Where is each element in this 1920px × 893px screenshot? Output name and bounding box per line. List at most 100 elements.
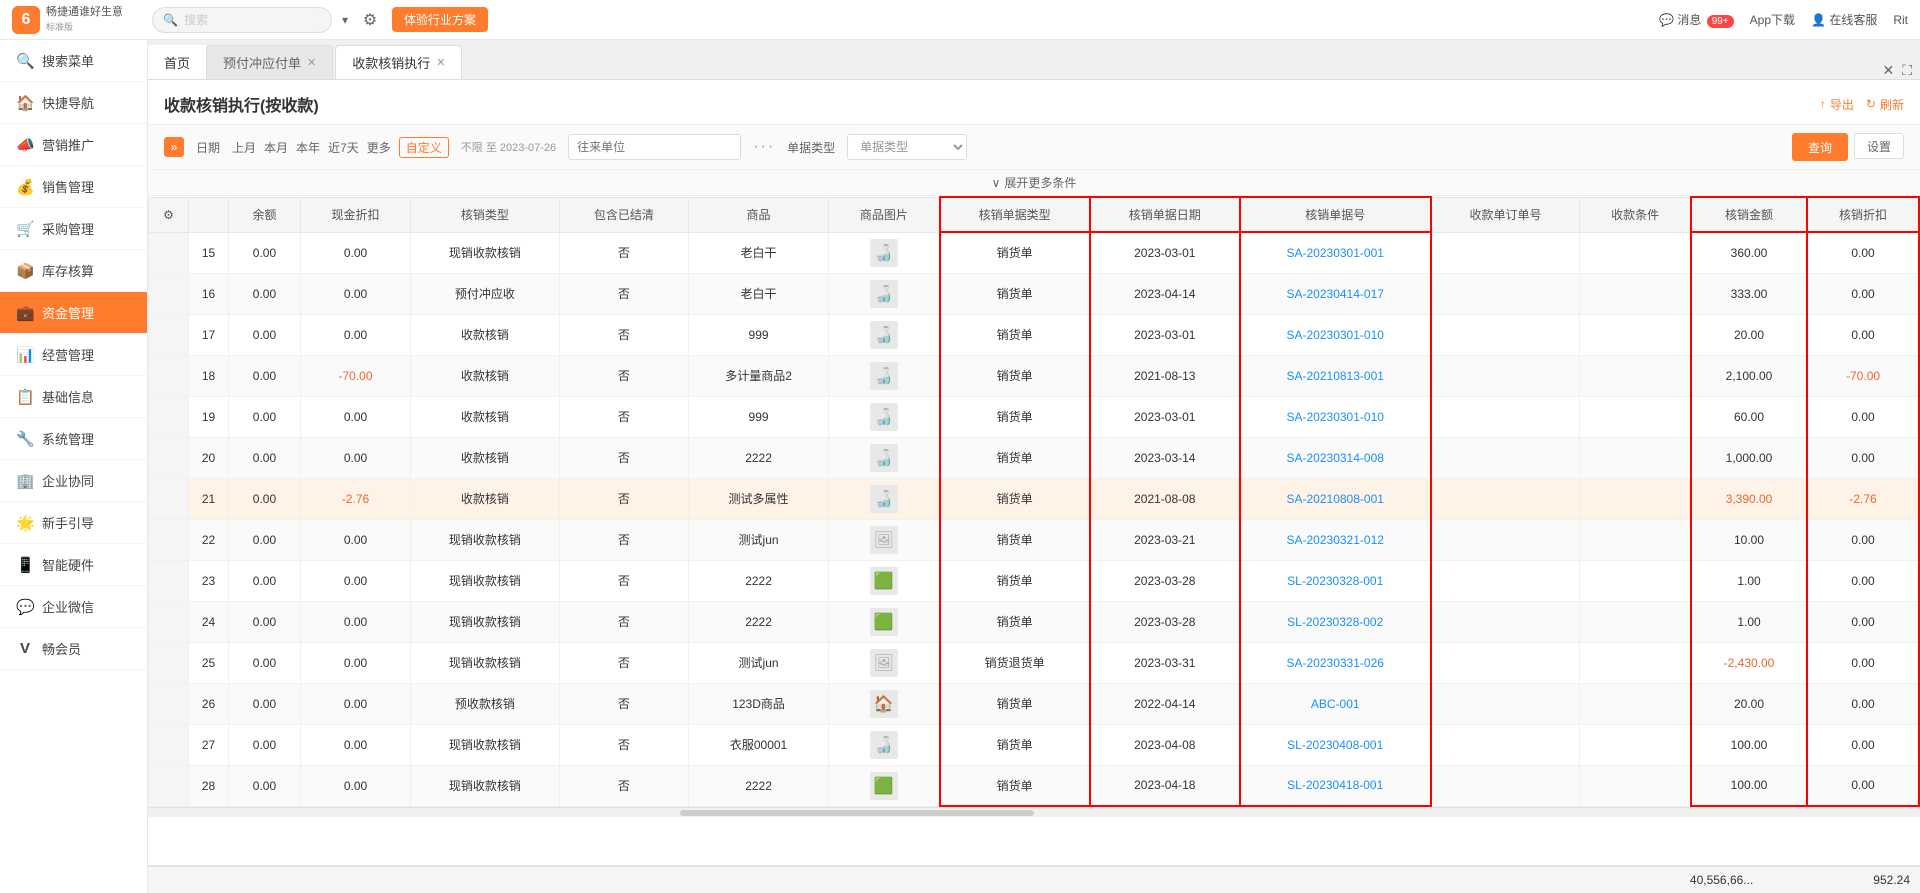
sidebar-item-smarthw[interactable]: 📱 智能硬件 [0, 544, 147, 586]
col-bill-no-cell[interactable]: SL-20230408-001 [1240, 724, 1431, 765]
sidebar-item-purchase[interactable]: 🛒 采购管理 [0, 208, 147, 250]
filter-actions: 查询 设置 [1792, 133, 1904, 161]
col-bill-date-cell: 2023-03-14 [1090, 437, 1240, 478]
export-btn[interactable]: ↑ 导出 [1820, 96, 1854, 113]
col-bill-no-cell[interactable]: SA-20210808-001 [1240, 478, 1431, 519]
sidebar-item-quicknav[interactable]: 🏠 快捷导航 [0, 82, 147, 124]
horizontal-scrollbar[interactable] [148, 807, 1920, 817]
col-goods-img-cell: 🍶 [829, 396, 940, 437]
col-seq-cell: 21 [189, 478, 229, 519]
from-unit-input[interactable] [568, 134, 741, 160]
tab-writeoff-close[interactable]: ✕ [436, 56, 445, 69]
col-writeoff-discount-cell: 0.00 [1807, 437, 1919, 478]
sidebar-item-wechat[interactable]: 💬 企业微信 [0, 586, 147, 628]
refresh-btn[interactable]: ↻ 刷新 [1866, 96, 1904, 113]
operation-icon: 📊 [16, 346, 34, 364]
sidebar-item-label: 智能硬件 [42, 555, 94, 574]
date-link-7days[interactable]: 近7天 [328, 139, 359, 156]
col-cash-discount-cell: 0.00 [300, 437, 410, 478]
col-bill-no-cell[interactable]: ABC-001 [1240, 683, 1431, 724]
scrollbar-thumb[interactable] [680, 810, 1034, 816]
sidebar-item-system[interactable]: 🔧 系统管理 [0, 418, 147, 460]
sidebar-item-finance[interactable]: 💼 资金管理 [0, 292, 147, 334]
col-writeoff-discount-cell: -70.00 [1807, 355, 1919, 396]
col-goods-img-cell: 🖼 [829, 642, 940, 683]
col-writeoff-type-cell: 现销收款核销 [411, 232, 560, 273]
col-included-settled-cell: 否 [559, 560, 688, 601]
col-bill-no-cell[interactable]: SL-20230328-002 [1240, 601, 1431, 642]
col-balance: 余额 [229, 197, 301, 232]
sidebar-item-operation[interactable]: 📊 经营管理 [0, 334, 147, 376]
top-bar: 6 畅捷通谁好生意 标准版 🔍 搜索 ▾ ⚙ 体验行业方案 💬 消息 99+ A… [0, 0, 1920, 40]
col-bill-no-cell[interactable]: SA-20230414-017 [1240, 273, 1431, 314]
col-seq-cell: 22 [189, 519, 229, 560]
tab-prepay-close[interactable]: ✕ [307, 56, 316, 69]
tab-prepay[interactable]: 预付冲应付单 ✕ [206, 45, 333, 79]
setting-btn[interactable]: 设置 [1854, 133, 1904, 159]
date-link-more[interactable]: 更多 [367, 139, 391, 156]
col-bill-type-cell: 销货单 [940, 232, 1090, 273]
sidebar-item-sales[interactable]: 💰 销售管理 [0, 166, 147, 208]
sidebar-item-search[interactable]: 🔍 搜索菜单 [0, 40, 147, 82]
col-bill-no-cell[interactable]: SA-20230321-012 [1240, 519, 1431, 560]
col-writeoff-amount-cell: 3,390.00 [1691, 478, 1807, 519]
tab-home[interactable]: 首页 [148, 45, 206, 79]
goods-thumbnail: 🍶 [870, 485, 898, 513]
tab-close-all-btn[interactable]: ✕ [1882, 62, 1894, 79]
query-btn[interactable]: 查询 [1792, 133, 1848, 161]
top-bar-right: 💬 消息 99+ App下载 👤 在线客服 Rit [1659, 11, 1908, 28]
col-receipt-condition-cell [1580, 355, 1691, 396]
col-goods-cell: 测试jun [689, 519, 829, 560]
date-link-lastmonth[interactable]: 上月 [232, 139, 256, 156]
receipt-type-select[interactable]: 单据类型 [847, 134, 967, 160]
filter-expand-btn[interactable]: » [164, 137, 184, 157]
message-btn[interactable]: 💬 消息 99+ [1659, 11, 1734, 28]
date-custom-btn[interactable]: 自定义 [399, 137, 449, 158]
col-bill-no-cell[interactable]: SA-20230314-008 [1240, 437, 1431, 478]
col-writeoff-discount-cell: 0.00 [1807, 560, 1919, 601]
col-writeoff-discount-cell: 0.00 [1807, 765, 1919, 806]
sidebar-item-enterprise[interactable]: 🏢 企业协同 [0, 460, 147, 502]
col-cash-discount-cell: 0.00 [300, 273, 410, 314]
sidebar-item-inventory[interactable]: 📦 库存核算 [0, 250, 147, 292]
sidebar-item-basicinfo[interactable]: 📋 基础信息 [0, 376, 147, 418]
table-container[interactable]: ⚙ 余额 现金折扣 核销类型 包含已结清 商品 商品图片 核销单据类型 核销单据… [148, 196, 1920, 865]
col-gear[interactable]: ⚙ [149, 197, 189, 232]
col-gear-cell [149, 355, 189, 396]
date-link-thisyear[interactable]: 本年 [296, 139, 320, 156]
col-bill-date-cell: 2023-03-21 [1090, 519, 1240, 560]
col-bill-no-cell[interactable]: SA-20230301-001 [1240, 232, 1431, 273]
col-bill-type-cell: 销货退货单 [940, 642, 1090, 683]
col-bill-no-cell[interactable]: SA-20230331-026 [1240, 642, 1431, 683]
col-bill-no-cell[interactable]: SA-20210813-001 [1240, 355, 1431, 396]
sidebar-item-marketing[interactable]: 📣 营销推广 [0, 124, 147, 166]
col-goods-cell: 测试jun [689, 642, 829, 683]
goods-thumbnail: 🍶 [870, 362, 898, 390]
col-writeoff-amount-cell: 1.00 [1691, 601, 1807, 642]
home-icon: 🏠 [16, 94, 34, 112]
search-box[interactable]: 🔍 搜索 [152, 7, 332, 33]
gear-btn[interactable]: ⚙ [358, 8, 382, 32]
col-writeoff-discount-cell: 0.00 [1807, 396, 1919, 437]
sidebar-item-guide[interactable]: 🌟 新手引导 [0, 502, 147, 544]
app-download-btn[interactable]: App下载 [1750, 11, 1795, 28]
col-included-settled-cell: 否 [559, 314, 688, 355]
sidebar-item-member[interactable]: V 畅会员 [0, 628, 147, 670]
tab-expand-btn[interactable]: ⛶ [1902, 62, 1912, 79]
date-link-thismonth[interactable]: 本月 [264, 139, 288, 156]
data-table: ⚙ 余额 现金折扣 核销类型 包含已结清 商品 商品图片 核销单据类型 核销单据… [148, 196, 1920, 807]
tab-writeoff[interactable]: 收款核销执行 ✕ [335, 45, 462, 79]
col-balance-cell: 0.00 [229, 355, 301, 396]
dropdown-btn[interactable]: ▾ [342, 13, 348, 27]
online-service-btn[interactable]: 👤 在线客服 [1811, 11, 1877, 28]
col-bill-no-cell[interactable]: SL-20230328-001 [1240, 560, 1431, 601]
col-balance-cell: 0.00 [229, 560, 301, 601]
col-writeoff-amount-cell: 1,000.00 [1691, 437, 1807, 478]
col-bill-no-cell[interactable]: SA-20230301-010 [1240, 396, 1431, 437]
expand-more-btn[interactable]: ∨ 展开更多条件 [992, 174, 1077, 191]
col-bill-no-cell[interactable]: SL-20230418-001 [1240, 765, 1431, 806]
industry-btn[interactable]: 体验行业方案 [392, 7, 488, 32]
col-bill-no-cell[interactable]: SA-20230301-010 [1240, 314, 1431, 355]
purchase-icon: 🛒 [16, 220, 34, 238]
col-writeoff-type-cell: 收款核销 [411, 478, 560, 519]
